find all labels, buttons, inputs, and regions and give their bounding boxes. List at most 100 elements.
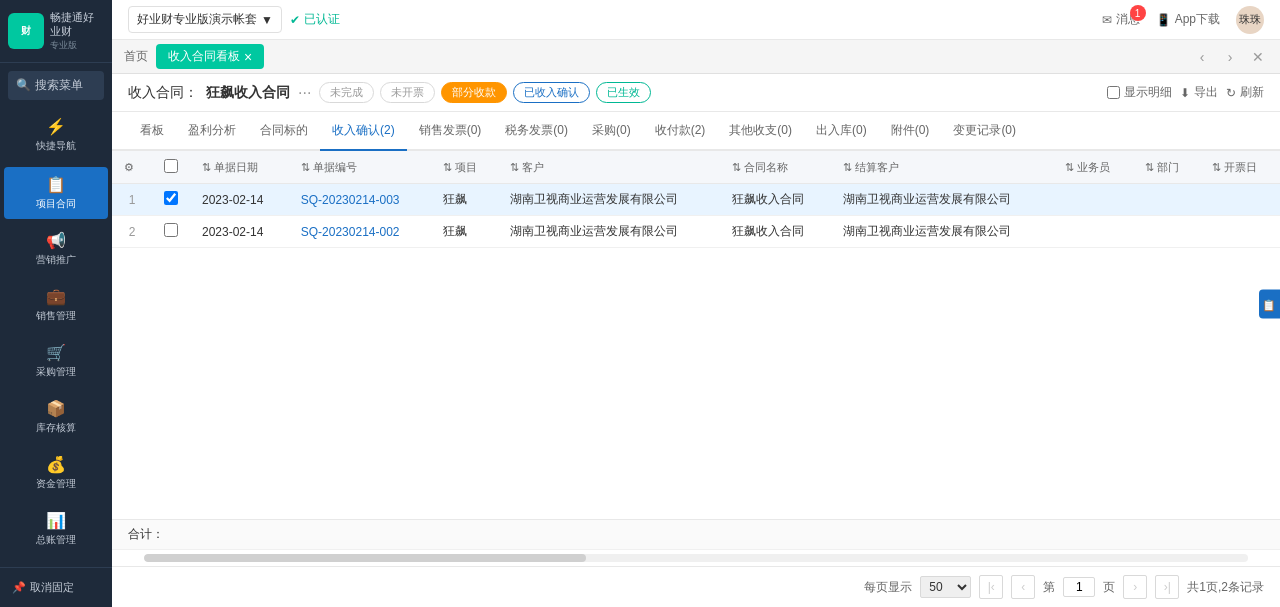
sort-icon: ⇅	[202, 161, 211, 173]
row-billing-customer-2: 湖南卫视商业运营发展有限公司	[831, 216, 1053, 248]
table-area: ⚙ ⇅ 单据日期 ⇅ 单据编号	[112, 151, 1280, 566]
show-detail-input[interactable]	[1107, 86, 1120, 99]
company-selector[interactable]: 好业财专业版演示帐套 ▼	[128, 6, 282, 33]
sort-icon-3: ⇅	[443, 161, 452, 173]
dropdown-icon: ▼	[261, 13, 273, 27]
logo-text: 畅捷通好业财 专业版	[50, 10, 104, 52]
sidebar: 财 畅捷通好业财 专业版 🔍 搜索菜单 ⚡ 快捷导航 📋 项目合同 📢 营销推广…	[0, 0, 112, 607]
sidebar-item-marketing[interactable]: 📢 营销推广	[4, 223, 108, 275]
company-name: 好业财专业版演示帐套	[137, 11, 257, 28]
messages-badge: 1	[1130, 5, 1146, 21]
row-num-2: 2	[112, 216, 152, 248]
right-sticky-panel: 📋	[1259, 289, 1280, 318]
status-income-confirmed[interactable]: 已收入确认	[513, 82, 590, 103]
settings-icon[interactable]: ⚙	[124, 161, 134, 173]
next-page-button[interactable]: ›	[1123, 575, 1147, 599]
messages-button[interactable]: ✉ 消息 1	[1102, 11, 1140, 28]
sidebar-logo: 财 畅捷通好业财 专业版	[0, 0, 112, 63]
sidebar-item-project[interactable]: 📋 项目合同	[4, 167, 108, 219]
tab-tax-invoice[interactable]: 税务发票(0)	[493, 112, 580, 151]
show-detail-checkbox[interactable]: 显示明细	[1107, 84, 1172, 101]
status-not-invoiced[interactable]: 未开票	[380, 82, 435, 103]
row-checkbox-1[interactable]	[164, 191, 178, 205]
tab-kanban[interactable]: 看板	[128, 112, 176, 151]
sort-icon-9: ⇅	[1212, 161, 1221, 173]
sticky-action-button[interactable]: 📋	[1259, 289, 1280, 318]
tab-warehouse[interactable]: 出入库(0)	[804, 112, 879, 151]
show-detail-label: 显示明细	[1124, 84, 1172, 101]
sidebar-item-invoice[interactable]: 🧾 发票管理	[4, 559, 108, 567]
row-billing-customer: 湖南卫视商业运营发展有限公司	[831, 184, 1053, 216]
row-date-2: 2023-02-14	[190, 216, 289, 248]
sidebar-item-inventory[interactable]: 📦 库存核算	[4, 391, 108, 443]
export-icon: ⬇	[1180, 86, 1190, 100]
quick-nav-item[interactable]: ⚡ 快捷导航	[4, 109, 108, 161]
refresh-button[interactable]: ↻ 刷新	[1226, 84, 1264, 101]
sort-icon-2: ⇅	[301, 161, 310, 173]
tab-standard[interactable]: 合同标的	[248, 112, 320, 151]
tab-payment[interactable]: 收付款(2)	[643, 112, 718, 151]
row-checkbox-2[interactable]	[164, 223, 178, 237]
project-icon: 📋	[46, 175, 66, 194]
row-salesperson-2	[1053, 216, 1133, 248]
tab-next-button[interactable]: ›	[1220, 47, 1240, 67]
row-number-2: SQ-20230214-002	[289, 216, 431, 248]
inventory-icon: 📦	[46, 399, 66, 418]
contract-board-tab[interactable]: 收入合同看板 ×	[156, 44, 264, 69]
sort-icon-5: ⇅	[732, 161, 741, 173]
tab-prev-button[interactable]: ‹	[1192, 47, 1212, 67]
table-row[interactable]: 2 2023-02-14 SQ-20230214-002 狂飙 湖南卫视商业运营…	[112, 216, 1280, 248]
sales-icon: 💼	[46, 287, 66, 306]
horizontal-scrollbar-area	[112, 549, 1280, 566]
contract-name-column-header: ⇅ 合同名称	[720, 151, 831, 184]
more-options-button[interactable]: ···	[298, 84, 311, 102]
per-page-select[interactable]: 50 10 20 100	[920, 576, 971, 598]
sidebar-search-area: 🔍 搜索菜单	[0, 63, 112, 108]
tab-profit[interactable]: 盈利分析	[176, 112, 248, 151]
topbar: 好业财专业版演示帐套 ▼ ✔ 已认证 ✉ 消息 1 📱 App下载 珠珠	[112, 0, 1280, 40]
prev-page-button[interactable]: ‹	[1011, 575, 1035, 599]
sidebar-item-sales[interactable]: 💼 销售管理	[4, 279, 108, 331]
row-number-link-1[interactable]: SQ-20230214-003	[301, 193, 400, 207]
sidebar-item-general[interactable]: 📊 总账管理	[4, 503, 108, 555]
number-column-header: ⇅ 单据编号	[289, 151, 431, 184]
user-avatar[interactable]: 珠珠	[1236, 6, 1264, 34]
contract-title-area: 收入合同： 狂飙收入合同 ··· 未完成 未开票 部分收款 已收入确认 已生效	[128, 82, 651, 103]
status-partial-payment[interactable]: 部分收款	[441, 82, 507, 103]
data-table: ⚙ ⇅ 单据日期 ⇅ 单据编号	[112, 151, 1280, 248]
table-footer: 合计：	[112, 519, 1280, 549]
horizontal-scrollbar[interactable]	[144, 554, 1248, 562]
page-input[interactable]	[1063, 577, 1095, 597]
tab-income-confirm[interactable]: 收入确认(2)	[320, 112, 407, 151]
row-number-link-2[interactable]: SQ-20230214-002	[301, 225, 400, 239]
tab-close-all-button[interactable]: ✕	[1248, 47, 1268, 67]
search-menu-button[interactable]: 🔍 搜索菜单	[8, 71, 104, 100]
first-page-button[interactable]: |‹	[979, 575, 1003, 599]
open-date-column-header: ⇅ 开票日	[1200, 151, 1280, 184]
last-page-button[interactable]: ›|	[1155, 575, 1179, 599]
tab-purchase[interactable]: 采购(0)	[580, 112, 643, 151]
tab-close-button[interactable]: ×	[244, 49, 252, 65]
tab-other-income[interactable]: 其他收支(0)	[717, 112, 804, 151]
table-row[interactable]: 1 2023-02-14 SQ-20230214-003 狂飙 湖南卫视商业运营…	[112, 184, 1280, 216]
select-all-checkbox[interactable]	[164, 159, 178, 173]
sidebar-item-capital[interactable]: 💰 资金管理	[4, 447, 108, 499]
check-icon: ✔	[290, 13, 300, 27]
sort-icon-7: ⇅	[1065, 161, 1074, 173]
app-download-button[interactable]: 📱 App下载	[1156, 11, 1220, 28]
breadcrumb-home[interactable]: 首页	[124, 48, 148, 65]
export-button[interactable]: ⬇ 导出	[1180, 84, 1218, 101]
status-effective[interactable]: 已生效	[596, 82, 651, 103]
sidebar-item-purchase[interactable]: 🛒 采购管理	[4, 335, 108, 387]
per-page-label: 每页显示	[864, 579, 912, 596]
pin-button[interactable]: 📌 取消固定	[8, 576, 104, 599]
row-salesperson	[1053, 184, 1133, 216]
tab-attachment[interactable]: 附件(0)	[879, 112, 942, 151]
salesperson-column-header: ⇅ 业务员	[1053, 151, 1133, 184]
contract-header: 收入合同： 狂飙收入合同 ··· 未完成 未开票 部分收款 已收入确认 已生效 …	[112, 74, 1280, 112]
scrollbar-thumb	[144, 554, 586, 562]
status-not-complete[interactable]: 未完成	[319, 82, 374, 103]
settings-column-header: ⚙	[112, 151, 152, 184]
tab-change-log[interactable]: 变更记录(0)	[941, 112, 1028, 151]
tab-sales-invoice[interactable]: 销售发票(0)	[407, 112, 494, 151]
